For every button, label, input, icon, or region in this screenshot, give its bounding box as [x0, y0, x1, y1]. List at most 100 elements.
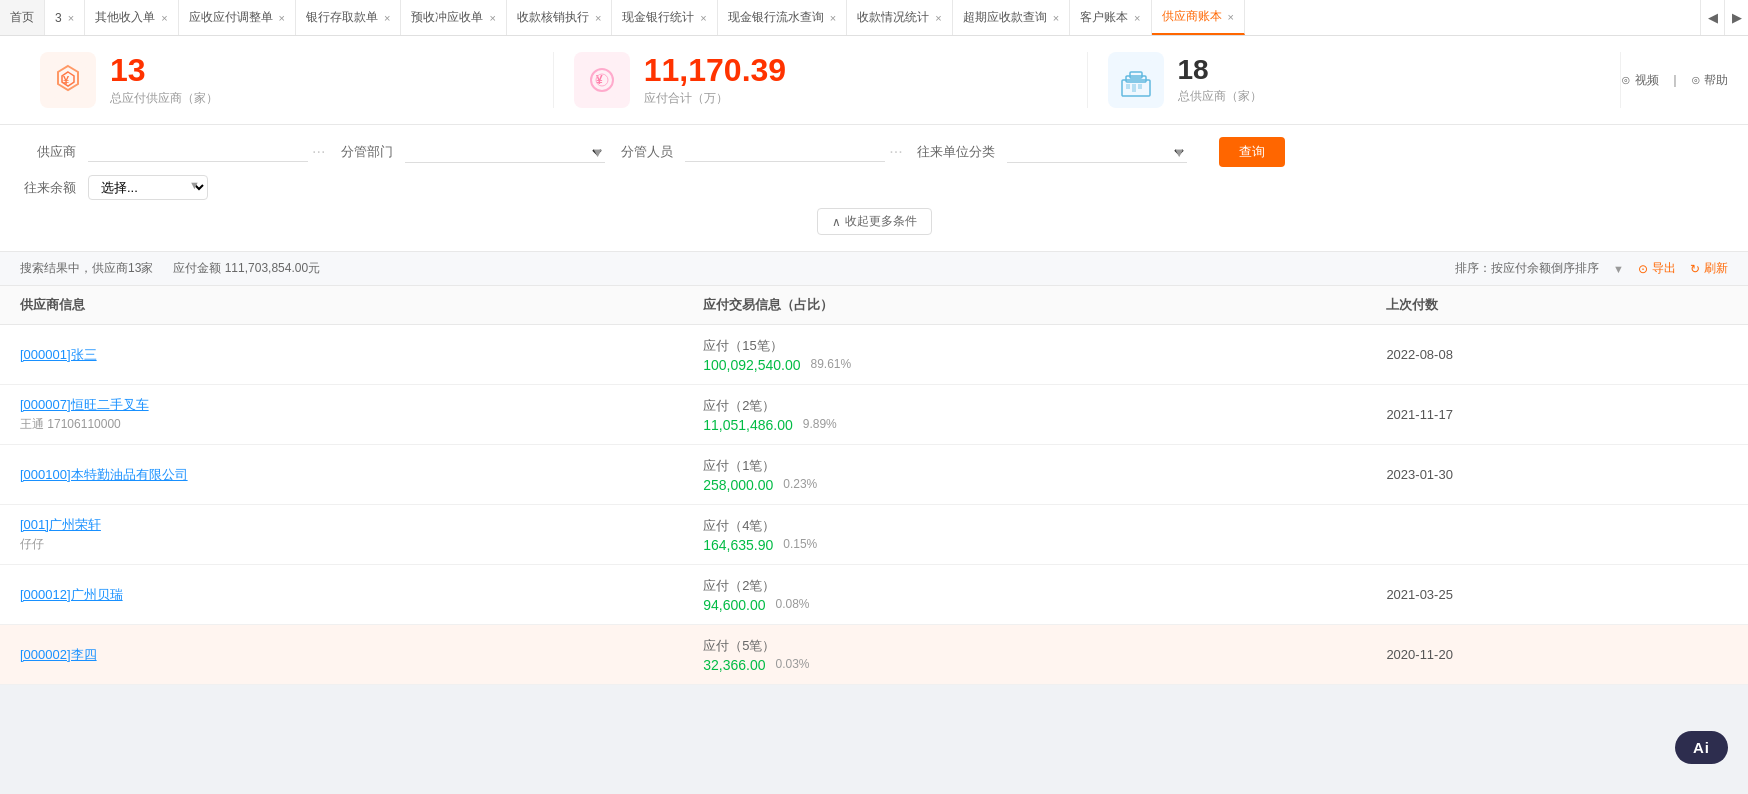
balance-select[interactable]: 选择...	[88, 175, 208, 200]
svg-rect-13	[1138, 84, 1142, 89]
col-header-transaction: 应付交易信息（占比）	[703, 296, 1386, 314]
trans-amount-row-3: 258,000.00 0.23%	[703, 475, 1386, 493]
nav-cash-flow-label: 现金银行流水查询	[728, 9, 824, 26]
trans-amount-5[interactable]: 94,600.00	[703, 597, 765, 613]
balance-select-wrapper: 选择... ▼	[88, 175, 208, 200]
payable-suppliers-label: 总应付供应商（家）	[110, 90, 218, 107]
nav-overdue-close[interactable]: ×	[1053, 12, 1059, 24]
trans-amount-6[interactable]: 32,366.00	[703, 657, 765, 673]
category-select-wrapper: ▼	[1007, 141, 1207, 163]
last-pay-2: 2021-11-17	[1386, 407, 1728, 422]
nav-overdue-label: 超期应收款查询	[963, 9, 1047, 26]
nav-tab-3-close[interactable]: ×	[68, 12, 74, 24]
nav-collection-close[interactable]: ×	[595, 12, 601, 24]
collapse-button[interactable]: ∧ 收起更多条件	[817, 208, 932, 235]
dept-select[interactable]	[405, 141, 605, 163]
nav-other-income-close[interactable]: ×	[161, 12, 167, 24]
collapse-btn-wrapper: ∧ 收起更多条件	[20, 208, 1728, 235]
nav-cash-flow-close[interactable]: ×	[830, 12, 836, 24]
trans-label-2: 应付（2笔）	[703, 397, 1386, 415]
top-navigation: 首页 3 × 其他收入单 × 应收应付调整单 × 银行存取款单 × 预收冲应收单…	[0, 0, 1748, 36]
trans-pct-1: 89.61%	[811, 357, 852, 371]
col-header-last-pay: 上次付数	[1386, 296, 1728, 314]
nav-prepay-close[interactable]: ×	[489, 12, 495, 24]
nav-supplier-ledger-close[interactable]: ×	[1228, 11, 1234, 23]
nav-tab-3-label: 3	[55, 11, 62, 25]
nav-cash-stats-close[interactable]: ×	[700, 12, 706, 24]
nav-supplier-ledger-label: 供应商账本	[1162, 8, 1222, 25]
trans-amount-3[interactable]: 258,000.00	[703, 477, 773, 493]
trans-label-1: 应付（15笔）	[703, 337, 1386, 355]
supplier-input[interactable]	[88, 142, 308, 162]
export-button[interactable]: ⊙ 导出	[1638, 260, 1676, 277]
nav-overdue[interactable]: 超期应收款查询 ×	[953, 0, 1070, 35]
trans-label-6: 应付（5笔）	[703, 637, 1386, 655]
refresh-icon: ↻	[1690, 262, 1700, 276]
supplier-link-5[interactable]: [000012]广州贝瑞	[20, 586, 703, 604]
trans-amount-1[interactable]: 100,092,540.00	[703, 357, 800, 373]
category-select[interactable]	[1007, 141, 1187, 163]
summary-bar: ¥ 13 总应付供应商（家） ¥ 11,170.39 应付合计（万）	[0, 36, 1748, 125]
summary-info-total: 11,170.39 应付合计（万）	[644, 53, 786, 107]
nav-collection-stats-close[interactable]: ×	[935, 12, 941, 24]
nav-prepay-label: 预收冲应收单	[411, 9, 483, 26]
nav-cash-stats[interactable]: 现金银行统计 ×	[612, 0, 717, 35]
trans-amount-row-4: 164,635.90 0.15%	[703, 535, 1386, 553]
nav-collection-label: 收款核销执行	[517, 9, 589, 26]
supplier-link-3[interactable]: [000100]本特勤油品有限公司	[20, 466, 703, 484]
video-link[interactable]: ⊙ 视频	[1621, 72, 1658, 89]
data-table: 供应商信息 应付交易信息（占比） 上次付数 [000001]张三 应付（15笔）…	[0, 286, 1748, 685]
nav-collection-stats[interactable]: 收款情况统计 ×	[847, 0, 952, 35]
help-link[interactable]: ⊙ 帮助	[1691, 72, 1728, 89]
supplier-link-6[interactable]: [000002]李四	[20, 646, 703, 664]
nav-cash-flow[interactable]: 现金银行流水查询 ×	[718, 0, 847, 35]
person-dots[interactable]: ···	[889, 143, 902, 161]
supplier-link-1[interactable]: [000001]张三	[20, 346, 703, 364]
total-payable-label: 应付合计（万）	[644, 90, 786, 107]
refresh-button[interactable]: ↻ 刷新	[1690, 260, 1728, 277]
nav-customer-ledger-close[interactable]: ×	[1134, 12, 1140, 24]
result-supplier-count: 搜索结果中，供应商13家	[20, 260, 153, 277]
nav-supplier-ledger[interactable]: 供应商账本 ×	[1152, 0, 1245, 35]
table-row: [000001]张三 应付（15笔） 100,092,540.00 89.61%…	[0, 325, 1748, 385]
trans-amount-row-1: 100,092,540.00 89.61%	[703, 355, 1386, 373]
supplier-info-6: [000002]李四	[20, 646, 703, 664]
category-label: 往来单位分类	[915, 143, 995, 161]
nav-bank-deposit[interactable]: 银行存取款单 ×	[296, 0, 401, 35]
trans-amount-4[interactable]: 164,635.90	[703, 537, 773, 553]
trans-amount-row-2: 11,051,486.00 9.89%	[703, 415, 1386, 433]
result-bar: 搜索结果中，供应商13家 应付金额 111,703,854.00元 排序：按应付…	[0, 252, 1748, 286]
supplier-link-2[interactable]: [000007]恒旺二手叉车	[20, 396, 703, 414]
svg-rect-12	[1132, 84, 1136, 92]
nav-collection[interactable]: 收款核销执行 ×	[507, 0, 612, 35]
ai-button[interactable]: Ai	[1675, 731, 1728, 764]
total-suppliers-label: 总供应商（家）	[1178, 88, 1262, 105]
payable-suppliers-icon: ¥	[40, 52, 96, 108]
nav-customer-ledger[interactable]: 客户账本 ×	[1070, 0, 1151, 35]
sort-chevron[interactable]: ▼	[1613, 263, 1624, 275]
person-input[interactable]	[685, 142, 885, 162]
trans-pct-3: 0.23%	[783, 477, 817, 491]
table-row: [000100]本特勤油品有限公司 应付（1笔） 258,000.00 0.23…	[0, 445, 1748, 505]
nav-home[interactable]: 首页	[0, 0, 45, 35]
nav-ap-adjust[interactable]: 应收应付调整单 ×	[179, 0, 296, 35]
trans-label-3: 应付（1笔）	[703, 457, 1386, 475]
supplier-info-5: [000012]广州贝瑞	[20, 586, 703, 604]
nav-collection-stats-label: 收款情况统计	[857, 9, 929, 26]
nav-other-income[interactable]: 其他收入单 ×	[85, 0, 178, 35]
trans-amount-2[interactable]: 11,051,486.00	[703, 417, 793, 433]
last-pay-5: 2021-03-25	[1386, 587, 1728, 602]
summary-info-total-suppliers: 18 总供应商（家）	[1178, 55, 1262, 105]
nav-arrow-left[interactable]: ◀	[1700, 0, 1724, 36]
nav-tab-3[interactable]: 3 ×	[45, 0, 85, 35]
nav-bank-deposit-close[interactable]: ×	[384, 12, 390, 24]
summary-info-payable: 13 总应付供应商（家）	[110, 53, 218, 107]
nav-ap-adjust-close[interactable]: ×	[279, 12, 285, 24]
query-button[interactable]: 查询	[1219, 137, 1285, 167]
nav-home-label: 首页	[10, 9, 34, 26]
supplier-dots[interactable]: ···	[312, 143, 325, 161]
supplier-link-4[interactable]: [001]广州荣轩	[20, 516, 703, 534]
nav-prepay[interactable]: 预收冲应收单 ×	[401, 0, 506, 35]
trans-pct-6: 0.03%	[775, 657, 809, 671]
nav-arrow-right[interactable]: ▶	[1724, 0, 1748, 36]
